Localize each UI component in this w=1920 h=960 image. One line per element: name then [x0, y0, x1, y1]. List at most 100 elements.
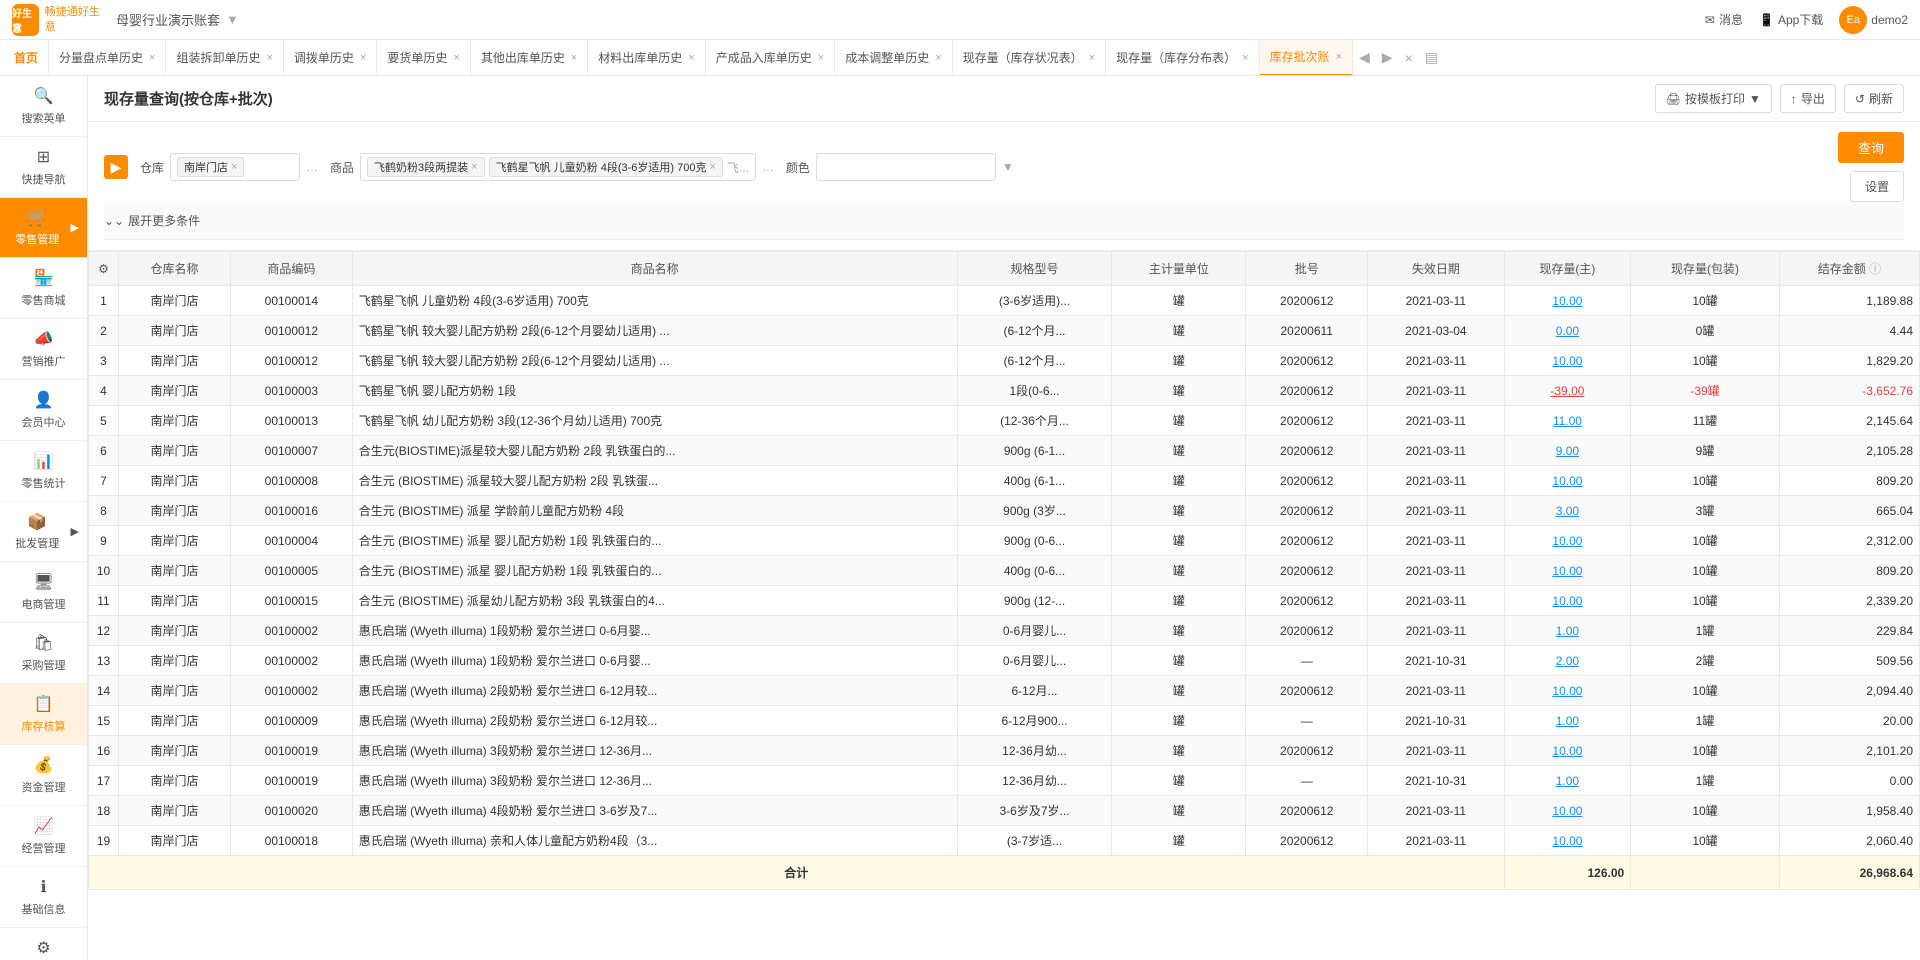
- sidebar-item-marketing[interactable]: 📣 营销推广: [0, 319, 87, 380]
- dropdown-arrow-icon[interactable]: ▼: [226, 12, 239, 27]
- sidebar-item-retail-shop[interactable]: 🏪 零售商城: [0, 258, 87, 319]
- sidebar-item-retail-stats[interactable]: 📊 零售统计: [0, 441, 87, 502]
- tab-fen-pan[interactable]: 分量盘点单历史 ×: [49, 40, 166, 76]
- row-qty-pack: 10罐: [1631, 466, 1780, 496]
- user-area[interactable]: Ea demo2: [1839, 6, 1908, 34]
- row-qty-main[interactable]: 0.00: [1504, 316, 1631, 346]
- warehouse-more-btn[interactable]: …: [306, 160, 318, 174]
- row-qty-main[interactable]: 10.00: [1504, 466, 1631, 496]
- tab-zu-chai[interactable]: 组装拆卸单历史 ×: [166, 40, 283, 76]
- settings-icon[interactable]: ⚙: [98, 262, 109, 276]
- row-qty-main[interactable]: 10.00: [1504, 586, 1631, 616]
- table-footer-row: 合计 126.00 26,968.64: [89, 856, 1920, 890]
- row-name: 惠氏启瑞 (Wyeth illuma) 亲和人体儿童配方奶粉4段（3...: [352, 826, 957, 856]
- color-dropdown-arrow-icon[interactable]: ▼: [1002, 160, 1014, 174]
- product-tag-container[interactable]: 飞鹤奶粉3段两提装 × 飞鹤星飞帆 儿童奶粉 4段(3-6岁适用) 700克 ×…: [360, 153, 756, 181]
- tab-xian-cun-ku[interactable]: 现存量（库存状况表） ×: [953, 40, 1106, 76]
- product-more-btn[interactable]: …: [762, 160, 774, 174]
- tab-chan-pin[interactable]: 产成品入库单历史 ×: [706, 40, 835, 76]
- close-icon[interactable]: ×: [688, 52, 694, 64]
- tab-close-btn[interactable]: ×: [1399, 50, 1419, 66]
- filter-expand-btn[interactable]: ▶: [104, 155, 128, 179]
- close-icon[interactable]: ×: [935, 52, 941, 64]
- row-qty-main[interactable]: 9.00: [1504, 436, 1631, 466]
- sidebar-item-ecommerce[interactable]: 🖥 电商管理: [0, 562, 87, 623]
- color-tag-container[interactable]: [816, 153, 996, 181]
- row-amount: 2,060.40: [1779, 826, 1919, 856]
- sidebar-item-wholesale[interactable]: 📦 批发管理 ▶: [0, 502, 87, 562]
- close-icon[interactable]: ×: [360, 52, 366, 64]
- sidebar-item-ops[interactable]: 📈 经营管理: [0, 806, 87, 867]
- product-tag-1[interactable]: 飞鹤奶粉3段两提装 ×: [367, 157, 485, 177]
- tab-home[interactable]: 首页: [4, 40, 49, 76]
- close-icon[interactable]: ×: [149, 52, 155, 64]
- row-qty-main[interactable]: 2.00: [1504, 646, 1631, 676]
- table-row: 6 南岸门店 00100007 合生元(BIOSTIME)派星较大婴儿配方奶粉 …: [89, 436, 1920, 466]
- setting-btn[interactable]: 设置: [1850, 171, 1904, 202]
- sidebar-item-basic-info[interactable]: ℹ 基础信息: [0, 867, 87, 928]
- sidebar-item-search[interactable]: 🔍 搜索英单: [0, 76, 87, 137]
- product-tag-2-close[interactable]: ×: [709, 161, 715, 173]
- close-icon[interactable]: ×: [1242, 52, 1248, 64]
- row-qty-main[interactable]: 10.00: [1504, 796, 1631, 826]
- sidebar-item-retail-mgmt[interactable]: 🛒 零售管理 ▶: [0, 198, 87, 258]
- row-qty-main[interactable]: -39.00: [1504, 376, 1631, 406]
- row-qty-main[interactable]: 1.00: [1504, 616, 1631, 646]
- print-btn[interactable]: 🖨 按模板打印 ▼: [1655, 84, 1772, 113]
- close-icon[interactable]: ×: [1089, 52, 1095, 64]
- row-name: 飞鹤星飞帆 幼儿配方奶粉 3段(12-36个月幼儿适用) 700克: [352, 406, 957, 436]
- tab-ku-cun-pi-ci[interactable]: 库存批次账 ×: [1260, 40, 1353, 76]
- tab-qi-ta-chu[interactable]: 其他出库单历史 ×: [471, 40, 588, 76]
- tab-xian-cun-fen[interactable]: 现存量（库存分布表） ×: [1106, 40, 1259, 76]
- warehouse-tag-container[interactable]: 南岸门店 ×: [170, 153, 300, 181]
- tab-cheng-ben[interactable]: 成本调整单历史 ×: [835, 40, 952, 76]
- close-icon[interactable]: ×: [571, 52, 577, 64]
- monitor-icon: 🖥: [33, 572, 53, 592]
- close-icon[interactable]: ×: [818, 52, 824, 64]
- row-qty-main[interactable]: 10.00: [1504, 676, 1631, 706]
- sidebar-item-system[interactable]: ⚙ 系统管理: [0, 928, 87, 960]
- row-qty-main[interactable]: 1.00: [1504, 706, 1631, 736]
- close-icon[interactable]: ×: [266, 52, 272, 64]
- message-btn[interactable]: ✉ 消息: [1705, 11, 1743, 28]
- sidebar-item-inventory[interactable]: 📋 库存核算: [0, 684, 87, 745]
- sidebar-item-purchase[interactable]: 🛍 采购管理: [0, 623, 87, 684]
- query-btn[interactable]: 查询: [1838, 132, 1904, 163]
- row-qty-main[interactable]: 10.00: [1504, 556, 1631, 586]
- close-icon[interactable]: ×: [453, 52, 459, 64]
- system-title[interactable]: 母婴行业演示账套 ▼: [116, 10, 356, 29]
- sidebar-item-quick-nav[interactable]: ⊞ 快捷导航: [0, 137, 87, 198]
- tab-prev-btn[interactable]: ◀: [1353, 49, 1376, 66]
- sidebar-item-finance[interactable]: 💰 资金管理: [0, 745, 87, 806]
- row-qty-main[interactable]: 11.00: [1504, 406, 1631, 436]
- row-qty-main[interactable]: 10.00: [1504, 286, 1631, 316]
- refresh-btn[interactable]: ↺ 刷新: [1844, 84, 1904, 113]
- product-tag-2[interactable]: 飞鹤星飞帆 儿童奶粉 4段(3-6岁适用) 700克 ×: [489, 157, 723, 177]
- warehouse-tag-close[interactable]: ×: [231, 161, 237, 173]
- product-tag-1-close[interactable]: ×: [471, 161, 477, 173]
- app-download-btn[interactable]: 📱 App下载: [1759, 11, 1823, 28]
- row-qty-main[interactable]: 10.00: [1504, 826, 1631, 856]
- row-name: 飞鹤星飞帆 较大婴儿配方奶粉 2段(6-12个月婴幼儿适用) ...: [352, 316, 957, 346]
- export-btn[interactable]: ↑ 导出: [1780, 84, 1836, 113]
- row-qty-main[interactable]: 3.00: [1504, 496, 1631, 526]
- tab-cai-liao[interactable]: 材料出库单历史 ×: [588, 40, 705, 76]
- row-qty-main[interactable]: 10.00: [1504, 346, 1631, 376]
- warehouse-tag[interactable]: 南岸门店 ×: [177, 157, 244, 177]
- sidebar-item-member[interactable]: 👤 会员中心: [0, 380, 87, 441]
- row-qty-main[interactable]: 10.00: [1504, 736, 1631, 766]
- row-unit: 罐: [1112, 736, 1246, 766]
- close-icon[interactable]: ×: [1336, 51, 1342, 63]
- row-qty-main[interactable]: 1.00: [1504, 766, 1631, 796]
- col-qty-main: 现存量(主): [1504, 252, 1631, 286]
- row-qty-main[interactable]: 10.00: [1504, 526, 1631, 556]
- tab-diao-bo[interactable]: 调拨单历史 ×: [284, 40, 377, 76]
- download-icon: 📱: [1759, 13, 1774, 27]
- tab-menu-btn[interactable]: ▤: [1419, 49, 1444, 66]
- row-unit: 罐: [1112, 646, 1246, 676]
- tab-next-btn[interactable]: ▶: [1376, 49, 1399, 66]
- col-settings[interactable]: ⚙: [89, 252, 119, 286]
- tab-yao-huo[interactable]: 要货单历史 ×: [377, 40, 470, 76]
- expand-more-btn[interactable]: ⌄⌄ 展开更多条件: [104, 212, 1904, 229]
- row-amount: 1,829.20: [1779, 346, 1919, 376]
